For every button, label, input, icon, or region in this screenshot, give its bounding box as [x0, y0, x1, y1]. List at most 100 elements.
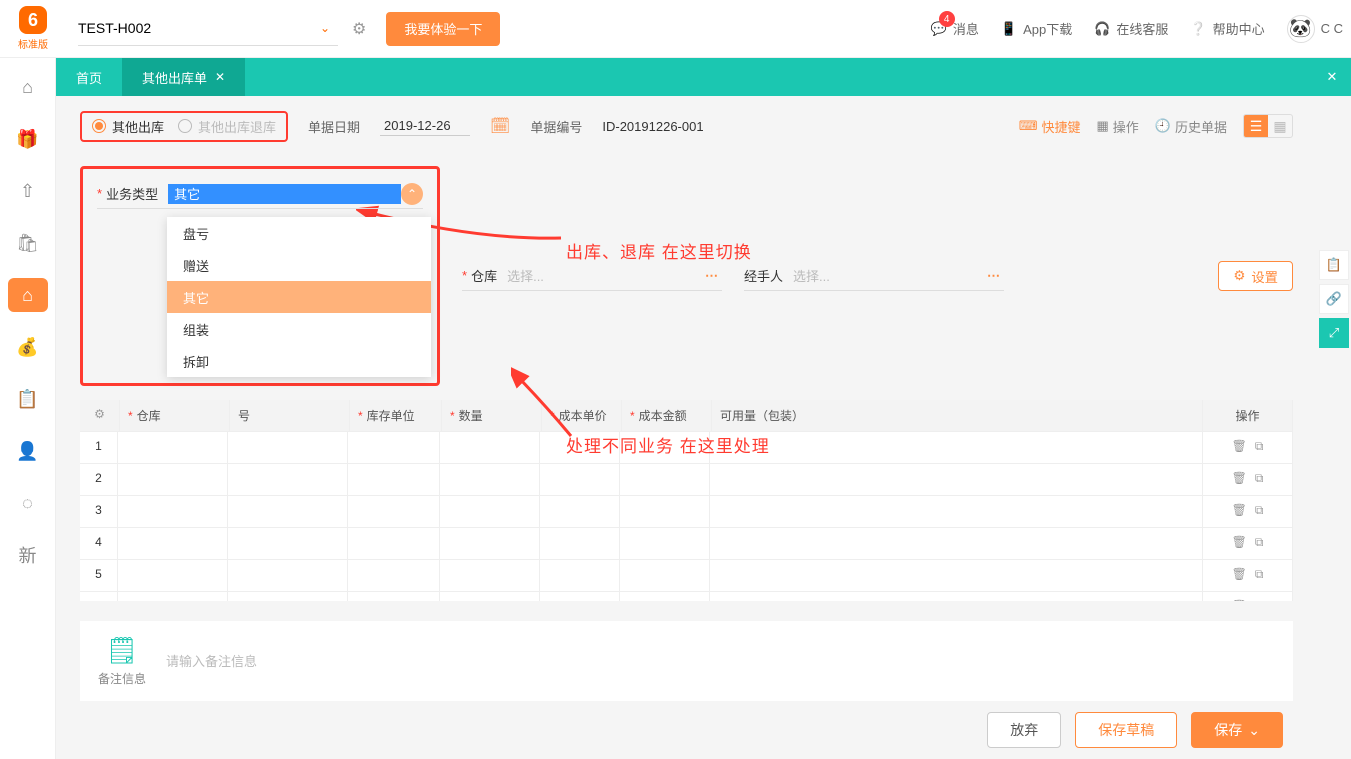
- help-icon: ❔: [1190, 21, 1206, 37]
- docno-value: ID-20191226-001: [602, 119, 703, 134]
- header-gear-icon[interactable]: ⚙: [80, 400, 120, 431]
- user-menu[interactable]: 🐼 C C: [1287, 15, 1343, 43]
- items-table: ⚙ *仓库 号 *库存单位 *数量 *成本单价 *成本金额 可用量（包装） 操作…: [80, 400, 1293, 601]
- radio-return[interactable]: 其他出库退库: [178, 117, 276, 136]
- col-unit: *库存单位: [350, 400, 442, 431]
- table-row[interactable]: 5🗑⧉: [80, 560, 1293, 592]
- delete-icon[interactable]: 🗑: [1232, 599, 1247, 601]
- right-sidebar: 📋 🔗 ⤢: [1319, 250, 1351, 348]
- tabs-close-all[interactable]: ✕: [1313, 58, 1351, 96]
- ops-link[interactable]: ▦操作: [1096, 117, 1138, 136]
- logo[interactable]: 6 标准版: [8, 6, 58, 51]
- save-button[interactable]: 保存 ⌄: [1191, 712, 1283, 748]
- side-bag-icon[interactable]: 🛍: [8, 226, 48, 260]
- biz-type-field[interactable]: * 业务类型 其它 ⌃: [97, 179, 423, 209]
- delete-icon[interactable]: 🗑: [1232, 471, 1247, 485]
- delete-icon[interactable]: 🗑: [1232, 567, 1247, 581]
- layout-list-icon[interactable]: ☰: [1244, 115, 1268, 137]
- delete-icon[interactable]: 🗑: [1232, 535, 1247, 549]
- chevron-down-icon[interactable]: ⌄: [312, 21, 338, 35]
- service-link[interactable]: 🎧 在线客服: [1094, 19, 1168, 38]
- topbar: 6 标准版 ⌄ ⚙ 我要体验一下 💬 消息 4 📱 App下载 🎧 在线客服 ❔…: [0, 0, 1351, 58]
- table-row[interactable]: 2🗑⧉: [80, 464, 1293, 496]
- row-number: 6: [80, 592, 118, 601]
- messages-label: 消息: [953, 19, 979, 38]
- dropdown-opt-4[interactable]: 拆卸: [167, 345, 431, 377]
- company-select[interactable]: ⌄: [78, 12, 338, 46]
- copy-icon[interactable]: ⧉: [1255, 599, 1264, 601]
- dropdown-opt-1[interactable]: 赠送: [167, 249, 431, 281]
- footer-actions: 放弃 保存草稿 保存 ⌄: [80, 701, 1293, 759]
- copy-icon[interactable]: ⧉: [1255, 471, 1264, 485]
- save-draft-button[interactable]: 保存草稿: [1075, 712, 1177, 748]
- layout-grid-icon[interactable]: ▦: [1268, 115, 1292, 137]
- table-row[interactable]: 4 🗑 ⧉: [80, 528, 1293, 560]
- delete-icon[interactable]: 🗑: [1232, 503, 1247, 517]
- biz-type-label: 业务类型: [106, 184, 158, 203]
- side-home-icon[interactable]: ⌂: [8, 70, 48, 104]
- more-icon[interactable]: ⋯: [699, 268, 722, 284]
- copy-icon[interactable]: ⧉: [1255, 535, 1264, 549]
- side-inbound-icon[interactable]: ⇧: [8, 174, 48, 208]
- gear-icon[interactable]: ⚙: [352, 19, 366, 39]
- help-label: 帮助中心: [1213, 19, 1265, 38]
- memo-input[interactable]: [166, 654, 1275, 669]
- warehouse-label: 仓库: [471, 266, 497, 285]
- filters-row: * 业务类型 其它 ⌃ 盘亏 赠送 其它 组装 拆卸 * 仓库 选择... ⋯ …: [80, 166, 1293, 386]
- link-icon[interactable]: 🔗: [1319, 284, 1349, 314]
- side-money-icon[interactable]: 💰: [8, 330, 48, 364]
- row-number: 4: [80, 528, 118, 559]
- discard-button[interactable]: 放弃: [987, 712, 1061, 748]
- table-row[interactable]: 6 🗑 ⧉: [80, 592, 1293, 601]
- history-link[interactable]: 🕘历史单据: [1155, 117, 1227, 136]
- copy-icon[interactable]: ⧉: [1255, 503, 1264, 517]
- phone-icon: 📱: [1001, 21, 1017, 37]
- copy-icon[interactable]: ⧉: [1255, 567, 1264, 581]
- handler-field[interactable]: 经手人 选择... ⋯: [744, 261, 1004, 291]
- clipboard-icon[interactable]: 📋: [1319, 250, 1349, 280]
- table-row[interactable]: 3🗑⧉: [80, 496, 1293, 528]
- copy-icon[interactable]: ⧉: [1255, 439, 1264, 453]
- expand-icon[interactable]: ⤢: [1319, 318, 1349, 348]
- col-warehouse: *仓库: [120, 400, 230, 431]
- chevron-up-icon[interactable]: ⌃: [401, 183, 423, 205]
- warehouse-field[interactable]: * 仓库 选择... ⋯: [462, 261, 722, 291]
- app-download-label: App下载: [1023, 19, 1072, 38]
- side-new-icon[interactable]: 新: [8, 538, 48, 572]
- col-amount: *成本金额: [622, 400, 712, 431]
- layout-toggle[interactable]: ☰ ▦: [1243, 114, 1293, 138]
- messages-link[interactable]: 💬 消息 4: [931, 19, 979, 38]
- side-sync-icon[interactable]: ◌: [8, 486, 48, 520]
- radio-outbound[interactable]: 其他出库: [92, 117, 164, 136]
- avatar-icon: 🐼: [1287, 15, 1315, 43]
- grid-icon: ▦: [1096, 118, 1108, 134]
- hotkey-link[interactable]: ⌨快捷键: [1019, 117, 1081, 136]
- company-input[interactable]: [78, 20, 312, 36]
- app-download-link[interactable]: 📱 App下载: [1001, 19, 1072, 38]
- date-value[interactable]: 2019-12-26: [380, 116, 470, 136]
- biz-type-value[interactable]: 其它: [168, 184, 401, 204]
- tab-home[interactable]: 首页: [56, 58, 122, 96]
- help-link[interactable]: ❔ 帮助中心: [1190, 19, 1264, 38]
- side-clipboard-icon[interactable]: 📋: [8, 382, 48, 416]
- tab-close-icon[interactable]: ✕: [215, 70, 225, 84]
- dropdown-opt-3[interactable]: 组装: [167, 313, 431, 345]
- settings-button[interactable]: ⚙ 设置: [1218, 261, 1293, 291]
- dropdown-opt-0[interactable]: 盘亏: [167, 217, 431, 249]
- docno-label: 单据编号: [530, 117, 582, 136]
- more-icon[interactable]: ⋯: [981, 268, 1004, 284]
- messages-badge: 4: [939, 11, 955, 27]
- try-button[interactable]: 我要体验一下: [386, 12, 500, 46]
- calendar-icon[interactable]: 🗓: [490, 116, 510, 136]
- side-warehouse-icon[interactable]: ⌂: [8, 278, 48, 312]
- handler-label: 经手人: [744, 266, 783, 285]
- edition-label: 标准版: [8, 36, 58, 51]
- dropdown-opt-2[interactable]: 其它: [167, 281, 431, 313]
- history-icon: 🕘: [1155, 118, 1171, 134]
- side-profile-icon[interactable]: 👤: [8, 434, 48, 468]
- keyboard-icon: ⌨: [1019, 118, 1038, 134]
- tab-current[interactable]: 其他出库单 ✕: [122, 58, 245, 96]
- delete-icon[interactable]: 🗑: [1232, 439, 1247, 453]
- side-gift-icon[interactable]: 🎁: [8, 122, 48, 156]
- user-name: C C: [1321, 21, 1343, 36]
